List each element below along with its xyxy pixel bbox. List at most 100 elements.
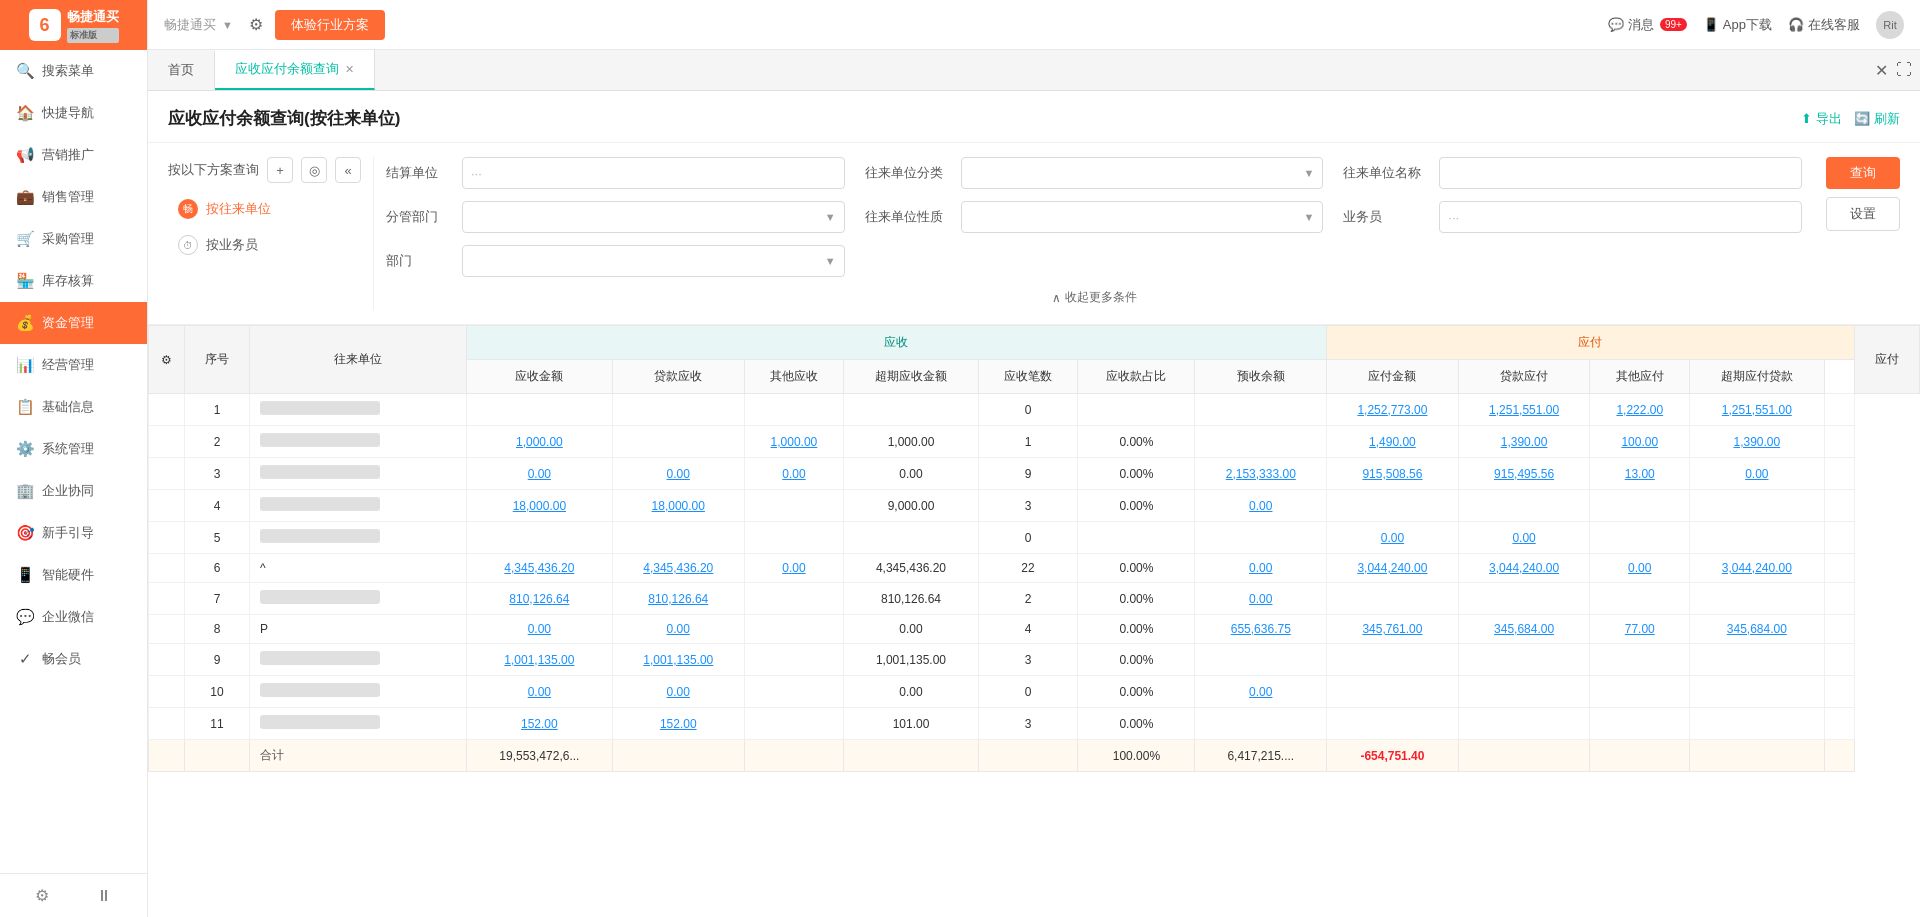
- tab-ar-ap[interactable]: 应收应付余额查询 ✕: [215, 50, 375, 90]
- edit-scheme-button[interactable]: ◎: [301, 157, 327, 183]
- table-cell[interactable]: 1,252,773.00: [1327, 394, 1459, 426]
- table-cell[interactable]: 0.00: [1195, 583, 1327, 615]
- table-cell[interactable]: 0.00: [1195, 490, 1327, 522]
- footer-ar-advance[interactable]: 6,417,215....: [1195, 740, 1327, 772]
- table-cell[interactable]: 1,490.00: [1327, 426, 1459, 458]
- settings-bottom-icon[interactable]: ⚙: [35, 886, 49, 905]
- sidebar-item-purchase[interactable]: 🛒 采购管理: [0, 218, 147, 260]
- add-scheme-button[interactable]: +: [267, 157, 293, 183]
- tabbar-expand-icon[interactable]: ⛶: [1896, 61, 1912, 79]
- sidebar-item-basic-info[interactable]: 📋 基础信息: [0, 386, 147, 428]
- table-cell[interactable]: 810,126.64: [466, 583, 612, 615]
- table-cell[interactable]: 0.00: [612, 458, 744, 490]
- sidebar-item-marketing[interactable]: 📢 营销推广: [0, 134, 147, 176]
- table-cell[interactable]: 915,495.56: [1458, 458, 1590, 490]
- table-cell[interactable]: 0.00: [744, 458, 844, 490]
- promo-button[interactable]: 体验行业方案: [275, 10, 385, 40]
- table-cell[interactable]: 2,153,333.00: [1195, 458, 1327, 490]
- col-header-settings[interactable]: ⚙: [149, 326, 185, 394]
- table-cell[interactable]: 345,761.00: [1327, 615, 1459, 644]
- table-cell[interactable]: 0.00: [466, 458, 612, 490]
- settlement-unit-input[interactable]: ···: [462, 157, 845, 189]
- export-button[interactable]: ⬆ 导出: [1801, 110, 1842, 128]
- sidebar-item-enterprise-wechat[interactable]: 💬 企业微信: [0, 596, 147, 638]
- table-cell[interactable]: 345,684.00: [1458, 615, 1590, 644]
- sidebar-item-guide[interactable]: 🎯 新手引导: [0, 512, 147, 554]
- table-cell: [1078, 394, 1195, 426]
- table-cell[interactable]: 0.00: [1590, 554, 1690, 583]
- sidebar-item-search-menu[interactable]: 🔍 搜索菜单: [0, 50, 147, 92]
- sidebar-item-quick-nav[interactable]: 🏠 快捷导航: [0, 92, 147, 134]
- table-cell[interactable]: 1,251,551.00: [1690, 394, 1824, 426]
- table-cell[interactable]: 1,390.00: [1458, 426, 1590, 458]
- collapse-sidebar-icon[interactable]: ⏸: [96, 887, 112, 905]
- sidebar-item-member[interactable]: ✓ 畅会员: [0, 638, 147, 680]
- table-cell[interactable]: 13.00: [1590, 458, 1690, 490]
- tabbar-close-icon[interactable]: ✕: [1875, 61, 1888, 80]
- collapse-more-btn[interactable]: ∧ 收起更多条件: [386, 285, 1802, 310]
- table-cell[interactable]: 3,044,240.00: [1458, 554, 1590, 583]
- table-cell[interactable]: 152.00: [466, 708, 612, 740]
- table-cell[interactable]: 1,001,135.00: [466, 644, 612, 676]
- table-cell[interactable]: 810,126.64: [612, 583, 744, 615]
- table-cell[interactable]: 4,345,436.20: [466, 554, 612, 583]
- table-cell[interactable]: 152.00: [612, 708, 744, 740]
- table-cell[interactable]: 4,345,436.20: [612, 554, 744, 583]
- table-cell[interactable]: 915,508.56: [1327, 458, 1459, 490]
- page: 应收应付余额查询(按往来单位) ⬆ 导出 🔄 刷新: [148, 91, 1920, 917]
- user-name: Rit: [1883, 19, 1896, 31]
- dept-manager-input[interactable]: ▼: [462, 201, 845, 233]
- messages-button[interactable]: 💬 消息 99+: [1608, 16, 1687, 34]
- table-cell[interactable]: 18,000.00: [612, 490, 744, 522]
- unit-nature-input[interactable]: ▼: [961, 201, 1324, 233]
- footer-ar-amount[interactable]: 19,553,472,6...: [466, 740, 612, 772]
- table-cell[interactable]: 100.00: [1590, 426, 1690, 458]
- table-cell[interactable]: 345,684.00: [1690, 615, 1824, 644]
- table-cell[interactable]: 0.00: [1327, 522, 1459, 554]
- filter-option-by-staff[interactable]: ⏱ 按业务员: [168, 229, 361, 261]
- online-service-button[interactable]: 🎧 在线客服: [1788, 16, 1860, 34]
- dept-input[interactable]: ▼: [462, 245, 845, 277]
- unit-category-input[interactable]: ▼: [961, 157, 1324, 189]
- table-cell[interactable]: 1,001,135.00: [612, 644, 744, 676]
- sidebar-item-sales[interactable]: 💼 销售管理: [0, 176, 147, 218]
- tab-home[interactable]: 首页: [148, 51, 215, 89]
- topbar-gear-icon[interactable]: ⚙: [249, 15, 263, 34]
- table-cell[interactable]: 1,251,551.00: [1458, 394, 1590, 426]
- table-cell[interactable]: 77.00: [1590, 615, 1690, 644]
- unit-name-input[interactable]: [1439, 157, 1802, 189]
- sidebar-item-system[interactable]: ⚙️ 系统管理: [0, 428, 147, 470]
- table-cell[interactable]: 1,222.00: [1590, 394, 1690, 426]
- table-cell[interactable]: 0.00: [1458, 522, 1590, 554]
- table-settings-icon[interactable]: ⚙: [161, 353, 172, 367]
- table-cell[interactable]: 0.00: [1195, 676, 1327, 708]
- table-cell[interactable]: 655,636.75: [1195, 615, 1327, 644]
- sidebar-item-enterprise[interactable]: 🏢 企业协同: [0, 470, 147, 512]
- sidebar-item-finance[interactable]: 💰 资金管理: [0, 302, 147, 344]
- table-cell[interactable]: 1,000.00: [744, 426, 844, 458]
- sidebar-item-operation[interactable]: 📊 经营管理: [0, 344, 147, 386]
- table-cell[interactable]: 18,000.00: [466, 490, 612, 522]
- refresh-button[interactable]: 🔄 刷新: [1854, 110, 1900, 128]
- sidebar-item-inventory[interactable]: 🏪 库存核算: [0, 260, 147, 302]
- user-avatar[interactable]: Rit: [1876, 11, 1904, 39]
- table-cell[interactable]: 0.00: [1195, 554, 1327, 583]
- collapse-scheme-button[interactable]: «: [335, 157, 361, 183]
- sidebar-item-smart-hw[interactable]: 📱 智能硬件: [0, 554, 147, 596]
- query-button[interactable]: 查询: [1826, 157, 1900, 189]
- table-cell[interactable]: 3,044,240.00: [1690, 554, 1824, 583]
- table-cell[interactable]: 1,390.00: [1690, 426, 1824, 458]
- table-cell[interactable]: 0.00: [612, 615, 744, 644]
- table-cell[interactable]: 1,000.00: [466, 426, 612, 458]
- app-download-button[interactable]: 📱 App下载: [1703, 16, 1772, 34]
- table-cell[interactable]: 3,044,240.00: [1327, 554, 1459, 583]
- table-cell[interactable]: 0.00: [466, 676, 612, 708]
- filter-option-by-unit[interactable]: 畅 按往来单位: [168, 193, 361, 225]
- settings-button[interactable]: 设置: [1826, 197, 1900, 231]
- tab-close-icon[interactable]: ✕: [345, 63, 354, 76]
- salesman-input[interactable]: ···: [1439, 201, 1802, 233]
- table-cell[interactable]: 0.00: [1690, 458, 1824, 490]
- table-cell[interactable]: 0.00: [744, 554, 844, 583]
- table-cell[interactable]: 0.00: [612, 676, 744, 708]
- table-cell[interactable]: 0.00: [466, 615, 612, 644]
